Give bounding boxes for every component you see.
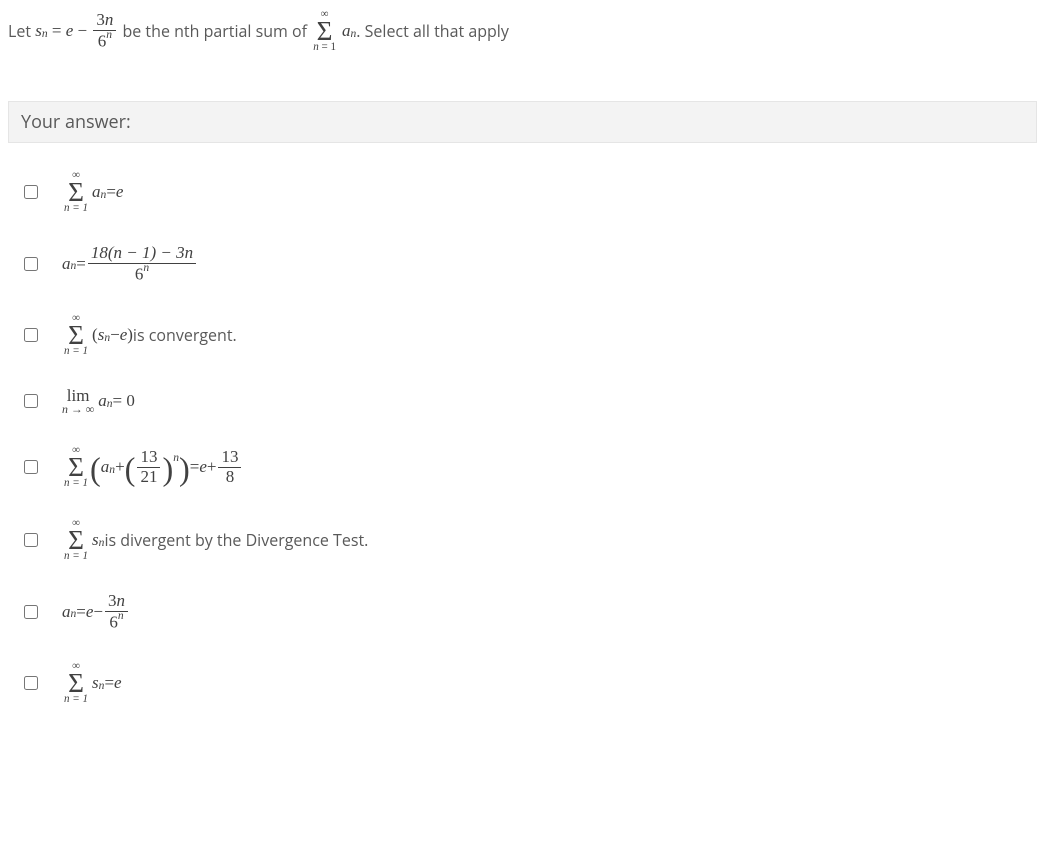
- sub-n-a: n: [351, 27, 357, 40]
- option-1-checkbox[interactable]: [24, 185, 38, 199]
- option-4-math: lim n → ∞ an = 0: [62, 387, 135, 416]
- fraction-13-21: 13 21: [137, 448, 160, 486]
- math-sn-formula: sn = e − 3n 6n: [35, 11, 118, 51]
- option-3-math: ∞ Σ n = 1 ( sn − e ) is convergent.: [62, 314, 237, 357]
- option-4-checkbox[interactable]: [24, 394, 38, 408]
- option-5-checkbox[interactable]: [24, 460, 38, 474]
- sigma-operator: ∞ Σ n = 1: [64, 519, 88, 562]
- fraction: 18(n − 1) − 3n 6n: [88, 244, 196, 284]
- option-6: ∞ Σ n = 1 sn is divergent by the Diverge…: [20, 519, 1037, 562]
- lim-operator: lim n → ∞: [62, 387, 94, 416]
- equals: =: [48, 21, 66, 41]
- option-7-checkbox[interactable]: [24, 605, 38, 619]
- option-7: an = e − 3n 6n: [20, 592, 1037, 632]
- option-3: ∞ Σ n = 1 ( sn − e ) is convergent.: [20, 314, 1037, 357]
- var-a: a: [342, 21, 351, 41]
- sigma-operator: ∞ Σ n = 1: [64, 314, 88, 357]
- num-3: 3: [96, 10, 105, 29]
- text-be-the: be the nth partial sum of: [118, 20, 311, 42]
- den-6: 6: [98, 32, 107, 51]
- text-let: Let: [8, 20, 35, 42]
- option-1: ∞ Σ n = 1 an = e: [20, 171, 1037, 214]
- fraction-3n-over-6n: 3n 6n: [105, 592, 128, 632]
- option-1-math: ∞ Σ n = 1 an = e: [62, 171, 123, 214]
- text-select: Select all that apply: [360, 20, 508, 42]
- option-6-checkbox[interactable]: [24, 533, 38, 547]
- option-7-math: an = e − 3n 6n: [62, 592, 130, 632]
- minus: −: [73, 21, 91, 41]
- sigma-operator: ∞ Σ n = 1: [64, 662, 88, 705]
- sigma-operator: ∞ Σ n = 1: [64, 446, 88, 489]
- option-5-math: ∞ Σ n = 1 ( an + ( 13 21 ) n ) = e +: [62, 446, 243, 489]
- answer-header: Your answer:: [8, 101, 1037, 143]
- options-list: ∞ Σ n = 1 an = e an = 18(n − 1) − 3n 6n: [8, 171, 1037, 705]
- num-n: n: [105, 10, 114, 29]
- page-root: Let sn = e − 3n 6n be the nth partial su…: [0, 0, 1045, 755]
- sum-lower-eq1: = 1: [319, 41, 336, 53]
- sub-n: n: [42, 27, 48, 40]
- option-8: ∞ Σ n = 1 sn = e: [20, 662, 1037, 705]
- option-3-checkbox[interactable]: [24, 328, 38, 342]
- option-8-math: ∞ Σ n = 1 sn = e: [62, 662, 122, 705]
- option-2: an = 18(n − 1) − 3n 6n: [20, 244, 1037, 284]
- option-6-math: ∞ Σ n = 1 sn is divergent by the Diverge…: [62, 519, 368, 562]
- math-sum-an: ∞ Σ n = 1 an: [311, 10, 356, 53]
- den-exp-n: n: [106, 28, 112, 41]
- option-4: lim n → ∞ an = 0: [20, 387, 1037, 416]
- sigma-symbol: Σ: [317, 20, 333, 43]
- fraction-3n-over-6n: 3n 6n: [93, 11, 116, 51]
- sigma-operator: ∞ Σ n = 1: [64, 171, 88, 214]
- fraction-13-8: 13 8: [218, 448, 241, 486]
- option-5: ∞ Σ n = 1 ( an + ( 13 21 ) n ) = e +: [20, 446, 1037, 489]
- var-e: e: [66, 21, 74, 41]
- option-8-checkbox[interactable]: [24, 676, 38, 690]
- sigma-operator: ∞ Σ n = 1: [313, 10, 336, 53]
- var-s: s: [35, 21, 42, 41]
- question-prompt: Let sn = e − 3n 6n be the nth partial su…: [8, 10, 1037, 53]
- option-2-math: an = 18(n − 1) − 3n 6n: [62, 244, 198, 284]
- option-2-checkbox[interactable]: [24, 257, 38, 271]
